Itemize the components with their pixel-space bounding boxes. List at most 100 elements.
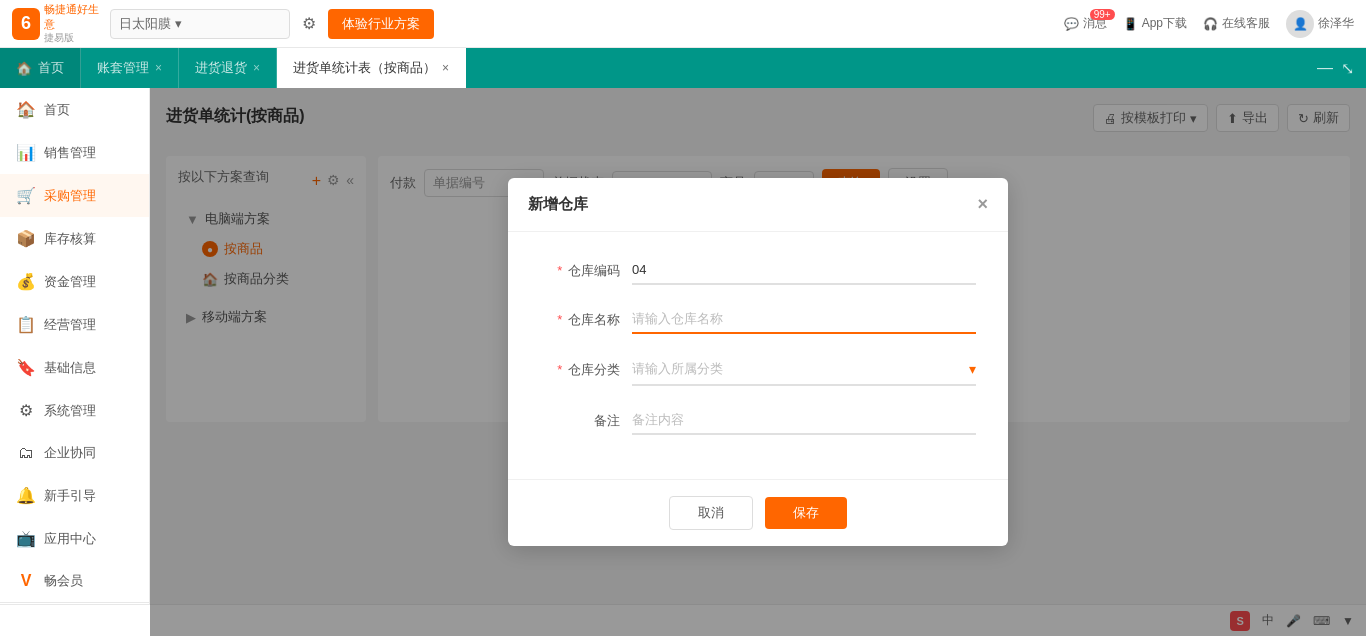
online-service-item[interactable]: 🎧 在线客服: [1203, 15, 1270, 32]
sidebar-item-purchase[interactable]: 🛒 采购管理: [0, 174, 149, 217]
trial-button[interactable]: 体验行业方案: [328, 9, 434, 39]
modal-title: 新增仓库: [528, 195, 588, 214]
required-star-category: *: [557, 362, 562, 377]
purchase-icon: 🛒: [16, 186, 36, 205]
gear-icon[interactable]: ⚙: [302, 14, 316, 33]
code-input[interactable]: [632, 256, 976, 285]
search-box[interactable]: 日太阳膜 ▾: [110, 9, 290, 39]
sidebar-item-system[interactable]: ⚙ 系统管理: [0, 389, 149, 432]
required-star-code: *: [557, 263, 562, 278]
system-icon: ⚙: [16, 401, 36, 420]
sidebar-label-finance: 资金管理: [44, 273, 96, 291]
modal-close-button[interactable]: ×: [977, 194, 988, 215]
save-button[interactable]: 保存: [765, 497, 847, 529]
tabbar: 🏠 首页 账套管理 × 进货退货 × 进货单统计表（按商品） × — ⤡: [0, 48, 1366, 88]
service-label: 在线客服: [1222, 15, 1270, 32]
tab-expand-icon[interactable]: ⤡: [1341, 59, 1354, 78]
sidebar-item-home[interactable]: 🏠 首页: [0, 88, 149, 131]
sidebar-item-operations[interactable]: 📋 经营管理: [0, 303, 149, 346]
add-warehouse-modal: 新增仓库 × * 仓库编码 *: [508, 178, 1008, 546]
tab-purchase-stats-label: 进货单统计表（按商品）: [293, 59, 436, 77]
sidebar-item-enterprise[interactable]: 🗂 企业协同: [0, 432, 149, 474]
name-label: * 仓库名称: [540, 311, 620, 329]
form-row-remark: 备注: [540, 406, 976, 435]
remark-label: 备注: [540, 412, 620, 430]
sidebar-label-appcenter: 应用中心: [44, 530, 96, 548]
tab-right-controls: — ⤡: [1317, 59, 1366, 78]
sidebar-item-guide[interactable]: 🔔 新手引导: [0, 474, 149, 517]
sidebar-item-basicinfo[interactable]: 🔖 基础信息: [0, 346, 149, 389]
finance-icon: 💰: [16, 272, 36, 291]
topbar: 6 畅捷通好生意 捷易版 日太阳膜 ▾ ⚙ 体验行业方案 💬 消息 99+ 📱 …: [0, 0, 1366, 48]
tab-purchase-return-close[interactable]: ×: [253, 61, 260, 75]
guide-icon: 🔔: [16, 486, 36, 505]
operations-icon: 📋: [16, 315, 36, 334]
form-row-code: * 仓库编码: [540, 256, 976, 285]
tab-home-label: 首页: [38, 59, 64, 77]
home-icon: 🏠: [16, 61, 32, 76]
sidebar-label-inventory: 库存核算: [44, 230, 96, 248]
tab-purchase-stats[interactable]: 进货单统计表（按商品） ×: [277, 48, 466, 88]
category-label: * 仓库分类: [540, 361, 620, 379]
tab-minimize-icon[interactable]: —: [1317, 59, 1333, 77]
name-input[interactable]: [632, 305, 976, 334]
sidebar-label-operations: 经营管理: [44, 316, 96, 334]
username: 徐泽华: [1318, 15, 1354, 32]
sidebar-label-guide: 新手引导: [44, 487, 96, 505]
logo-text: 畅捷通好生意: [44, 2, 102, 31]
app-download-item[interactable]: 📱 App下载: [1123, 15, 1187, 32]
avatar: 👤: [1286, 10, 1314, 38]
sidebar-item-sales[interactable]: 📊 销售管理: [0, 131, 149, 174]
sidebar-item-vip[interactable]: V 畅会员: [0, 560, 149, 602]
sidebar-item-finance[interactable]: 💰 资金管理: [0, 260, 149, 303]
cancel-button[interactable]: 取消: [669, 496, 753, 530]
tab-accounts-close[interactable]: ×: [155, 61, 162, 75]
topbar-right: 💬 消息 99+ 📱 App下载 🎧 在线客服 👤 徐泽华: [1064, 10, 1354, 38]
tab-purchase-stats-close[interactable]: ×: [442, 61, 449, 75]
sidebar-item-appcenter[interactable]: 📺 应用中心: [0, 517, 149, 560]
sales-icon: 📊: [16, 143, 36, 162]
content-area: 进货单统计(按商品) 🖨 按模板打印 ▾ ⬆ 导出 ↻ 刷新: [150, 88, 1366, 636]
message-icon: 💬: [1064, 17, 1079, 31]
logo-sub: 捷易版: [44, 31, 102, 45]
logo: 6 畅捷通好生意 捷易版: [12, 4, 102, 44]
sidebar-label-enterprise: 企业协同: [44, 444, 96, 462]
modal-body: * 仓库编码 * 仓库名称: [508, 232, 1008, 479]
modal-footer: 取消 保存: [508, 479, 1008, 546]
dropdown-icon[interactable]: ▾: [175, 16, 182, 31]
sidebar-label-vip: 畅会员: [44, 572, 83, 590]
user-item[interactable]: 👤 徐泽华: [1286, 10, 1354, 38]
modal-header: 新增仓库 ×: [508, 178, 1008, 232]
form-row-name: * 仓库名称: [540, 305, 976, 334]
appcenter-icon: 📺: [16, 529, 36, 548]
message-badge: 99+: [1090, 9, 1115, 20]
sidebar-label-system: 系统管理: [44, 402, 96, 420]
inventory-icon: 📦: [16, 229, 36, 248]
sidebar-label-purchase: 采购管理: [44, 187, 96, 205]
basicinfo-icon: 🔖: [16, 358, 36, 377]
home-nav-icon: 🏠: [16, 100, 36, 119]
logo-icon: 6: [12, 8, 40, 40]
app-label: App下载: [1142, 15, 1187, 32]
sidebar-label-basicinfo: 基础信息: [44, 359, 96, 377]
message-item[interactable]: 💬 消息 99+: [1064, 15, 1107, 32]
category-dropdown-icon[interactable]: ▾: [969, 361, 976, 377]
search-value: 日太阳膜: [119, 15, 171, 33]
enterprise-icon: 🗂: [16, 444, 36, 462]
sidebar-label-sales: 销售管理: [44, 144, 96, 162]
sidebar: 🏠 首页 📊 销售管理 🛒 采购管理 📦 库存核算 💰 资金管理 📋 经营管理 …: [0, 88, 150, 636]
tab-accounts[interactable]: 账套管理 ×: [81, 48, 179, 88]
main-layout: 🏠 首页 📊 销售管理 🛒 采购管理 📦 库存核算 💰 资金管理 📋 经营管理 …: [0, 88, 1366, 636]
code-label: * 仓库编码: [540, 262, 620, 280]
sidebar-item-inventory[interactable]: 📦 库存核算: [0, 217, 149, 260]
required-star-name: *: [557, 312, 562, 327]
tab-accounts-label: 账套管理: [97, 59, 149, 77]
tab-home[interactable]: 🏠 首页: [0, 48, 81, 88]
vip-icon: V: [16, 572, 36, 590]
remark-input[interactable]: [632, 406, 976, 435]
headset-icon: 🎧: [1203, 17, 1218, 31]
tab-purchase-return[interactable]: 进货退货 ×: [179, 48, 277, 88]
app-icon: 📱: [1123, 17, 1138, 31]
tab-purchase-return-label: 进货退货: [195, 59, 247, 77]
modal-overlay: 新增仓库 × * 仓库编码 *: [150, 88, 1366, 636]
